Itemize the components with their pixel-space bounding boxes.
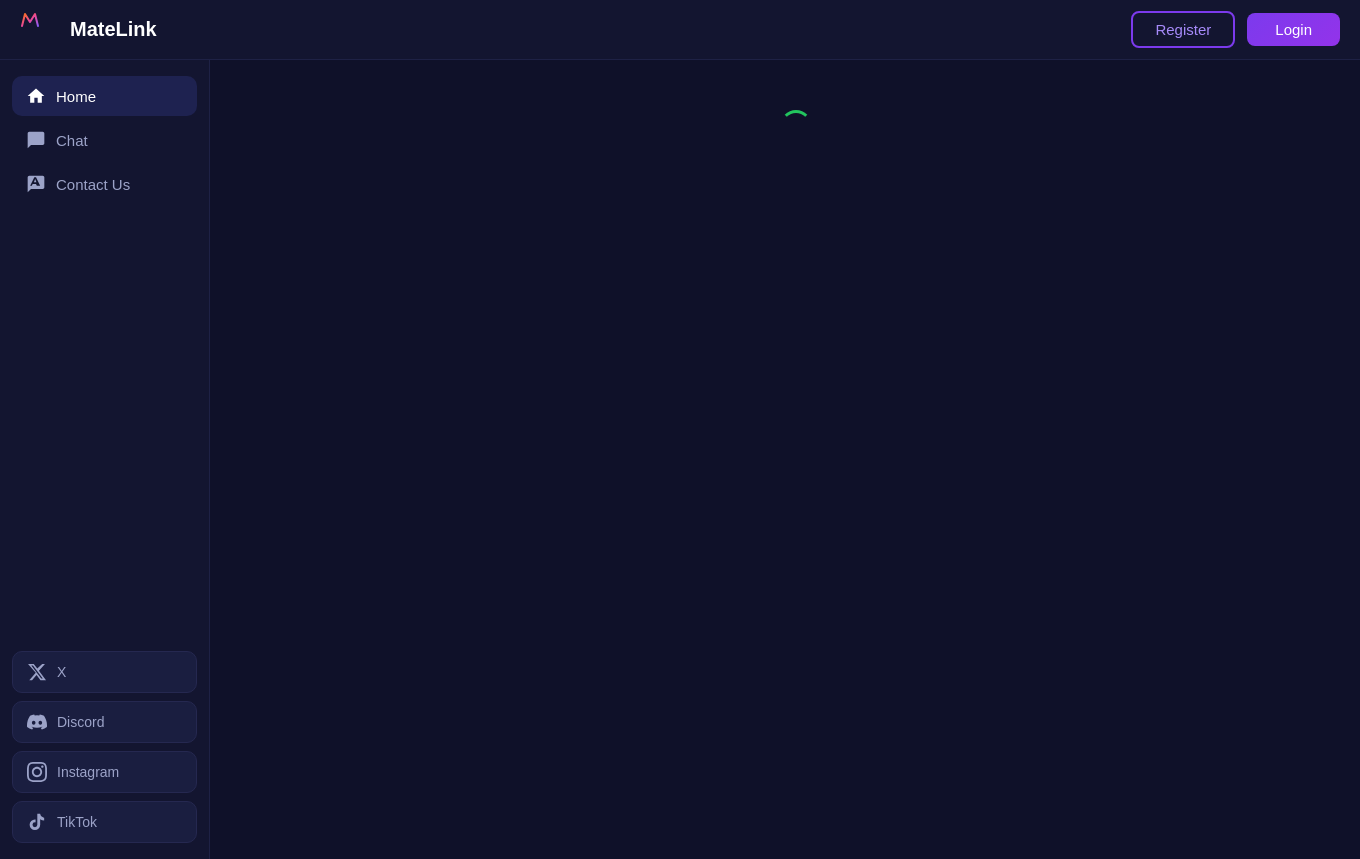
brand-name: MateLink [70,18,157,41]
social-link-tiktok-label: TikTok [57,814,97,830]
tiktok-icon [27,812,47,832]
sidebar-social: X Discord Instagram [12,635,197,843]
loading-spinner [780,110,812,142]
main-layout: Home Chat Contact Us [0,60,1360,859]
loading-spinner-container [780,110,812,142]
register-button[interactable]: Register [1131,11,1235,48]
social-link-instagram[interactable]: Instagram [12,751,197,793]
instagram-icon [27,762,47,782]
sidebar-item-home[interactable]: Home [12,76,197,116]
discord-icon [27,712,47,732]
header: MateLink Register Login [0,0,1360,60]
header-left: MateLink [20,10,157,50]
sidebar-item-chat[interactable]: Chat [12,120,197,160]
sidebar-item-home-label: Home [56,88,96,105]
social-link-instagram-label: Instagram [57,764,119,780]
social-link-x[interactable]: X [12,651,197,693]
sidebar-item-chat-label: Chat [56,132,88,149]
contact-icon [26,174,46,194]
social-link-discord-label: Discord [57,714,104,730]
social-link-tiktok[interactable]: TikTok [12,801,197,843]
header-right: Register Login [1131,11,1340,48]
home-icon [26,86,46,106]
logo-icon [20,10,60,50]
sidebar: Home Chat Contact Us [0,60,210,859]
chat-icon [26,130,46,150]
main-content [210,60,1360,859]
login-button[interactable]: Login [1247,13,1340,46]
social-link-discord[interactable]: Discord [12,701,197,743]
social-link-x-label: X [57,664,66,680]
x-icon [27,662,47,682]
sidebar-item-contact[interactable]: Contact Us [12,164,197,204]
sidebar-nav: Home Chat Contact Us [12,76,197,635]
sidebar-item-contact-label: Contact Us [56,176,130,193]
